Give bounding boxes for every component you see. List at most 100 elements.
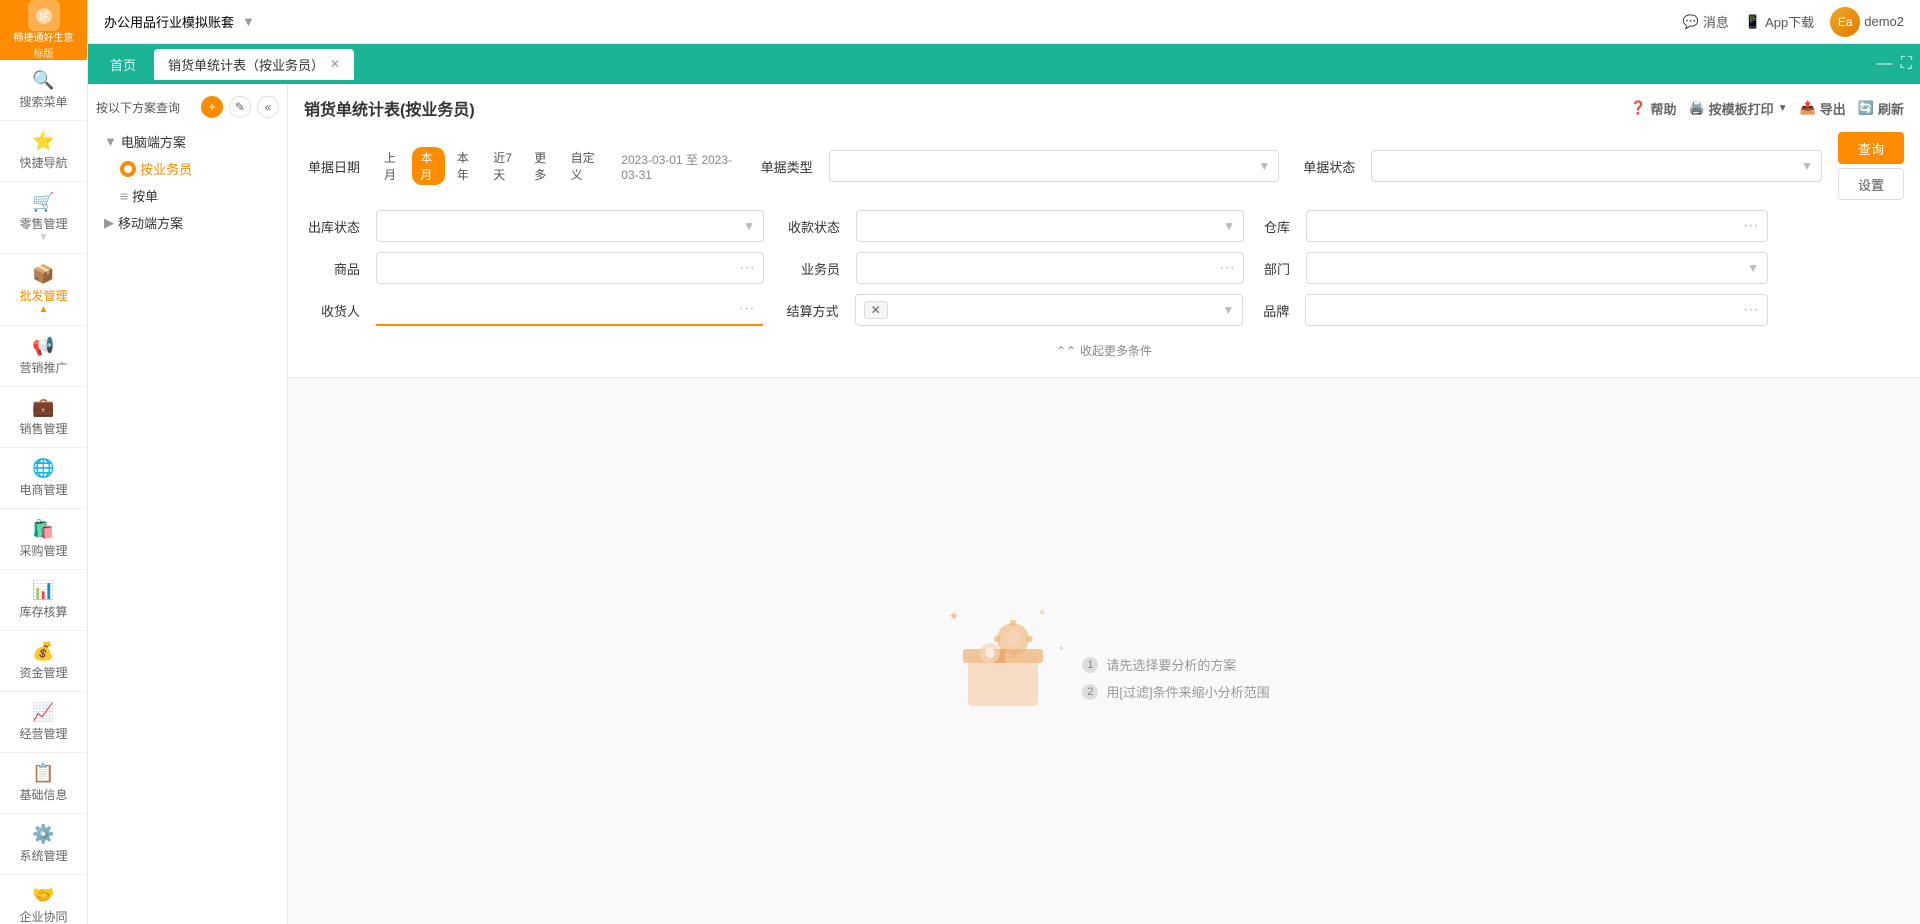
main-area: 办公用品行业模拟账套 ▼ 💬 消息 📱 App下载 Ea demo2 首页 bbox=[88, 0, 1920, 924]
sidebar-item-retail[interactable]: 🛒 零售管理 ▼ bbox=[0, 182, 87, 254]
settle-clear-tag[interactable]: ✕ bbox=[864, 301, 888, 319]
sidebar-item-label: 批发管理 bbox=[19, 287, 67, 304]
app-logo: 好 畅捷通好生意 标版 bbox=[0, 0, 88, 60]
tree-group-pc[interactable]: ▼ 电脑端方案 bbox=[96, 128, 279, 155]
pay-status-dropdown-icon: ▼ bbox=[1223, 219, 1235, 233]
app-download-btn[interactable]: 📱 App下载 bbox=[1745, 12, 1814, 31]
pay-status-label: 收款状态 bbox=[780, 217, 840, 236]
sidebar-item-ecom[interactable]: 🌐 电商管理 bbox=[0, 448, 87, 509]
sidebar-item-search[interactable]: 🔍 搜索菜单 bbox=[0, 60, 87, 121]
pay-status-field[interactable]: ▼ bbox=[856, 210, 1244, 242]
system-icon: ⚙️ bbox=[32, 824, 54, 845]
dept-label: 部门 bbox=[1260, 259, 1290, 278]
tip-num-1: 1 bbox=[1082, 657, 1098, 673]
refresh-btn[interactable]: 🔄 刷新 bbox=[1858, 99, 1904, 118]
staff-field[interactable]: ··· bbox=[856, 252, 1244, 284]
minimize-btn[interactable]: — bbox=[1877, 55, 1893, 73]
filter-area: 销货单统计表(按业务员) ❓ 帮助 🖨️ 按模板打印 ▼ 📤 bbox=[288, 84, 1920, 378]
brand-field[interactable]: ··· bbox=[1305, 294, 1768, 326]
status-label: 单据状态 bbox=[1295, 157, 1355, 176]
status-dropdown-icon: ▼ bbox=[1801, 159, 1813, 173]
tab-label: 销货单统计表（按业务员） bbox=[168, 55, 324, 74]
tree-group-mobile[interactable]: ▶ 移动端方案 bbox=[96, 209, 279, 236]
sidebar-item-purchase[interactable]: 🛍️ 采购管理 bbox=[0, 509, 87, 570]
close-tab-icon[interactable]: ✕ bbox=[330, 57, 340, 71]
edit-scheme-btn[interactable]: ✎ bbox=[229, 96, 251, 118]
svg-text:✦: ✦ bbox=[948, 608, 960, 624]
type-field[interactable]: ▼ bbox=[829, 150, 1280, 182]
dept-field[interactable]: ▼ bbox=[1306, 252, 1768, 284]
setting-button[interactable]: 设置 bbox=[1838, 168, 1904, 200]
date-btn-this-year[interactable]: 本年 bbox=[449, 147, 481, 185]
empty-illustration: ✦ ✦ ✦ bbox=[938, 601, 1058, 701]
date-btn-7days[interactable]: 近7天 bbox=[485, 147, 522, 185]
help-btn[interactable]: ❓ 帮助 bbox=[1630, 99, 1676, 118]
filter-row-1: 单据日期 上月 本月 本年 近7天 更多 自定义 2023-03-01 至 20… bbox=[304, 132, 1904, 200]
sidebar-item-wholesale[interactable]: 📦 批发管理 ▲ bbox=[0, 254, 87, 326]
user-menu[interactable]: Ea demo2 bbox=[1830, 7, 1904, 37]
date-buttons: 上月 本月 本年 近7天 更多 自定义 bbox=[376, 147, 603, 185]
chevron-down-icon[interactable]: ▼ bbox=[242, 14, 255, 29]
date-btn-custom[interactable]: 自定义 bbox=[563, 147, 604, 185]
tip-label-2: 用[过滤]条件来缩小分析范围 bbox=[1106, 682, 1269, 701]
username: demo2 bbox=[1864, 14, 1904, 29]
staff-label: 业务员 bbox=[780, 259, 840, 278]
sidebar-item-quick[interactable]: ⭐ 快捷导航 bbox=[0, 121, 87, 182]
chevron-icon: ▼ bbox=[104, 134, 117, 149]
phone-icon: 📱 bbox=[1745, 14, 1761, 30]
retail-icon: 🛒 bbox=[32, 192, 54, 213]
sidebar-item-operations[interactable]: 📈 经营管理 bbox=[0, 692, 87, 753]
chevron-icon: ▶ bbox=[104, 215, 114, 231]
warehouse-field[interactable]: ··· bbox=[1306, 210, 1768, 242]
out-status-field[interactable]: ▼ bbox=[376, 210, 764, 242]
tip-label-1: 请先选择要分析的方案 bbox=[1106, 655, 1236, 674]
add-scheme-btn[interactable]: + bbox=[201, 96, 223, 118]
sidebar-item-system[interactable]: ⚙️ 系统管理 bbox=[0, 814, 87, 875]
sidebar-item-marketing[interactable]: 📢 营销推广 bbox=[0, 326, 87, 387]
panel-header: 按以下方案查询 + ✎ « bbox=[96, 96, 279, 118]
goods-more-icon: ··· bbox=[739, 259, 755, 277]
query-button[interactable]: 查询 bbox=[1838, 132, 1904, 164]
message-btn[interactable]: 💬 消息 bbox=[1683, 12, 1729, 31]
sidebar-item-finance[interactable]: 💰 资金管理 bbox=[0, 631, 87, 692]
sidebar-item-label: 系统管理 bbox=[19, 847, 67, 864]
sidebar-item-label: 企业协同 bbox=[19, 908, 67, 924]
receiver-field[interactable]: ··· bbox=[376, 294, 763, 326]
tree-item-by-order[interactable]: ≡ 按单 bbox=[96, 182, 279, 209]
sidebar-item-basic[interactable]: 📋 基础信息 bbox=[0, 753, 87, 814]
sidebar-item-inventory[interactable]: 📊 库存核算 bbox=[0, 570, 87, 631]
page-content: 按以下方案查询 + ✎ « ▼ 电脑端方案 按业务员 ≡ 按单 bbox=[88, 84, 1920, 924]
date-label: 单据日期 bbox=[304, 157, 360, 176]
settle-field[interactable]: ✕ ▼ bbox=[855, 294, 1244, 326]
sidebar-item-label: 零售管理 bbox=[19, 215, 67, 232]
goods-field[interactable]: ··· bbox=[376, 252, 764, 284]
app-name: 畅捷通好生意 bbox=[14, 33, 74, 45]
date-btn-last-month[interactable]: 上月 bbox=[376, 147, 408, 185]
print-btn[interactable]: 🖨️ 按模板打印 ▼ bbox=[1688, 99, 1787, 118]
app-subtitle: 标版 bbox=[34, 45, 54, 60]
tab-home[interactable]: 首页 bbox=[96, 49, 150, 80]
print-arrow: ▼ bbox=[1778, 103, 1788, 114]
sidebar-item-label: 营销推广 bbox=[19, 359, 67, 376]
date-btn-this-month[interactable]: 本月 bbox=[412, 147, 444, 185]
page-actions: ❓ 帮助 🖨️ 按模板打印 ▼ 📤 导出 � bbox=[1630, 99, 1904, 118]
page-title: 销货单统计表(按业务员) bbox=[304, 96, 475, 120]
dept-dropdown-icon: ▼ bbox=[1747, 261, 1759, 275]
sidebar-item-sales[interactable]: 💼 销售管理 bbox=[0, 387, 87, 448]
tab-sales-stats[interactable]: 销货单统计表（按业务员） ✕ bbox=[154, 49, 354, 80]
collapse-conditions-btn[interactable]: ⌃⌃ 收起更多条件 bbox=[304, 336, 1904, 365]
status-field[interactable]: ▼ bbox=[1371, 150, 1822, 182]
refresh-label: 刷新 bbox=[1878, 99, 1904, 118]
collapse-panel-btn[interactable]: « bbox=[257, 96, 279, 118]
refresh-icon: 🔄 bbox=[1858, 100, 1874, 116]
avatar: Ea bbox=[1830, 7, 1860, 37]
maximize-btn[interactable]: ⛶ bbox=[1901, 55, 1912, 73]
settle-dropdown-icon: ▼ bbox=[1222, 303, 1234, 317]
settle-label: 结算方式 bbox=[779, 301, 839, 320]
export-btn[interactable]: 📤 导出 bbox=[1800, 99, 1846, 118]
right-panel: 销货单统计表(按业务员) ❓ 帮助 🖨️ 按模板打印 ▼ 📤 bbox=[288, 84, 1920, 924]
sidebar-item-collab[interactable]: 🤝 企业协同 bbox=[0, 875, 87, 924]
tree-item-by-staff[interactable]: 按业务员 bbox=[96, 155, 279, 182]
date-btn-more[interactable]: 更多 bbox=[526, 147, 558, 185]
export-label: 导出 bbox=[1820, 99, 1846, 118]
